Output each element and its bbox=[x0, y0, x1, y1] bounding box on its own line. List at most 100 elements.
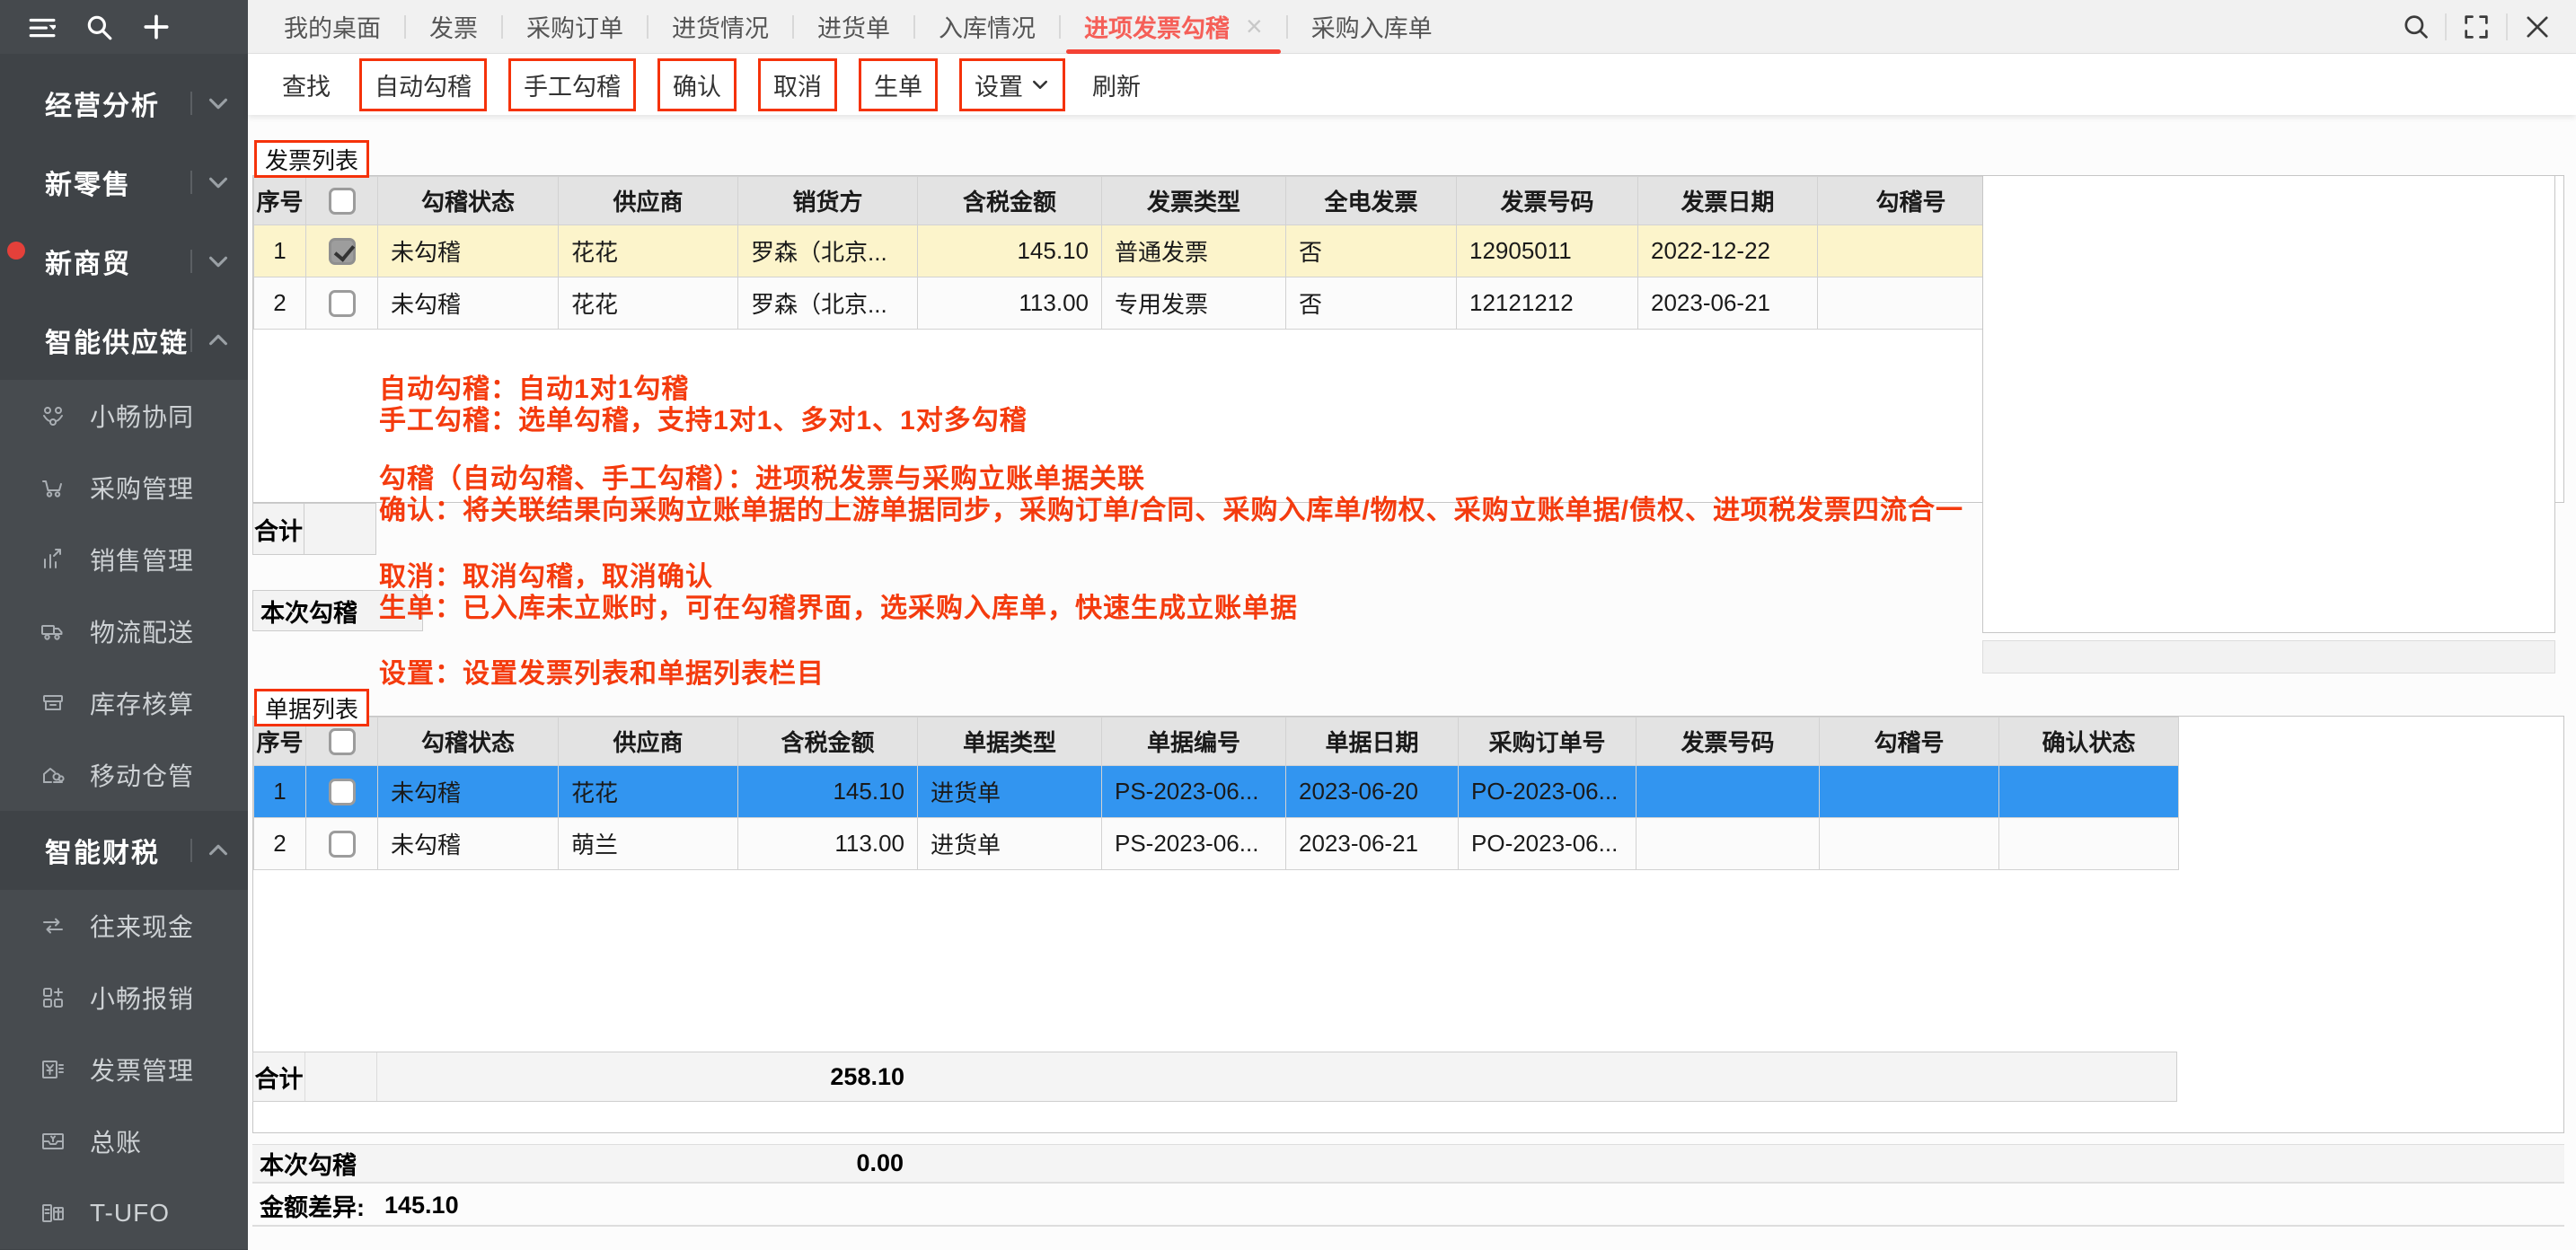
column-header-勾稽号: 勾稽号 bbox=[1819, 717, 1999, 766]
查找-button[interactable]: 查找 bbox=[277, 60, 336, 110]
sidebar-item-总账[interactable]: 总账 bbox=[0, 1105, 248, 1177]
select-all-header bbox=[305, 176, 378, 225]
cell-单据类型: 进货单 bbox=[917, 817, 1102, 870]
column-header-确认状态: 确认状态 bbox=[1998, 717, 2179, 766]
content-area: 发票列表 序号 勾稽状态 供应商 销货方 含税金额 发票类型 全电发票 发票号码 发票日期 勾稽号… bbox=[248, 115, 2576, 1250]
tab-bar: 我的桌面 发票 采购订单 进货情况 进货单 入库情况 进项发票勾稽 × 采购入库单 bbox=[248, 0, 2576, 54]
invoice-row[interactable]: 1 未勾稽 花花 罗森（北京... 145.10 普通发票否 12905011 2022-12… bbox=[253, 224, 2005, 277]
sidebar-item-往来现金[interactable]: 往来现金 bbox=[0, 890, 248, 962]
cell-全电发票: 否 bbox=[1285, 277, 1457, 330]
column-header-含税金额: 含税金额 bbox=[917, 176, 1102, 225]
doc-row[interactable]: 1 未勾稽 花花 145.10 进货单 PS-2023-06... 2023-06-20 PO… bbox=[253, 765, 2179, 818]
detail-panel-scrollbar[interactable] bbox=[1982, 640, 2555, 673]
sidebar-item-小畅报销[interactable]: 小畅报销 bbox=[0, 962, 248, 1034]
tab-进货情况[interactable]: 进货情况 bbox=[648, 0, 792, 54]
cell-含税金额: 145.10 bbox=[737, 765, 918, 818]
sidebar-group-1[interactable]: 新零售 bbox=[0, 143, 248, 222]
row-checkbox[interactable] bbox=[328, 237, 356, 265]
cash-icon bbox=[40, 912, 66, 939]
doc-total-row: 合计 258.10 bbox=[252, 1052, 2177, 1102]
sidebar-item-移动仓管[interactable]: 移动仓管 bbox=[0, 739, 248, 811]
cell-发票号码: 12905011 bbox=[1456, 224, 1638, 277]
cell-勾稽状态: 未勾稽 bbox=[377, 817, 559, 870]
cell-勾稽号 bbox=[1817, 277, 2005, 330]
tab-发票[interactable]: 发票 bbox=[406, 0, 501, 54]
doc-total-label: 合计 bbox=[253, 1052, 305, 1101]
tab-label: 我的桌面 bbox=[284, 15, 381, 42]
cell-发票号码: 12121212 bbox=[1456, 277, 1638, 330]
sidebar-item-销售管理[interactable]: 销售管理 bbox=[0, 524, 248, 595]
cell-确认状态 bbox=[1998, 765, 2179, 818]
search-icon[interactable] bbox=[2386, 12, 2445, 42]
取消-button[interactable]: 取消 bbox=[758, 57, 837, 111]
amount-diff-row: 金额差异: 145.10 bbox=[252, 1185, 2564, 1227]
自动勾稽-button[interactable]: 自动勾稽 bbox=[359, 57, 487, 111]
sidebar-item-label: 库存核算 bbox=[90, 691, 195, 718]
select-all-checkbox[interactable] bbox=[328, 187, 356, 215]
tab-采购入库单[interactable]: 采购入库单 bbox=[1288, 0, 1456, 54]
cell-采购订单号: PO-2023-06... bbox=[1458, 817, 1636, 870]
doc-row[interactable]: 2 未勾稽 萌兰 113.00 进货单 PS-2023-06... 2023-06-21 PO… bbox=[253, 817, 2179, 870]
sidebar-group-2[interactable]: 新商贸 bbox=[0, 222, 248, 301]
tab-采购订单[interactable]: 采购订单 bbox=[503, 0, 647, 54]
sidebar-item-发票管理[interactable]: 发票管理 bbox=[0, 1034, 248, 1105]
sidebar-group-0[interactable]: 经营分析 bbox=[0, 64, 248, 143]
invoice-row[interactable]: 2 未勾稽 花花 罗森（北京... 113.00 专用发票否 12121212 2023-06… bbox=[253, 277, 2005, 330]
sidebar-item-采购管理[interactable]: 采购管理 bbox=[0, 452, 248, 524]
sidebar-group-3[interactable]: 智能供应链 bbox=[0, 301, 248, 380]
column-header-发票类型: 发票类型 bbox=[1101, 176, 1286, 225]
sidebar-item-label: 销售管理 bbox=[90, 547, 195, 575]
tab-我的桌面[interactable]: 我的桌面 bbox=[260, 0, 404, 54]
toolbar-button-label: 设置 bbox=[975, 73, 1023, 101]
刷新-button[interactable]: 刷新 bbox=[1087, 60, 1146, 110]
tab-进货单[interactable]: 进货单 bbox=[794, 0, 913, 54]
chevron-up-icon[interactable] bbox=[190, 329, 230, 352]
column-header-销货方: 销货方 bbox=[737, 176, 918, 225]
设置-button[interactable]: 设置 bbox=[959, 57, 1065, 111]
menu-icon[interactable] bbox=[13, 9, 70, 45]
sidebar-item-T-UFO[interactable]: T-UFO bbox=[0, 1177, 248, 1249]
生单-button[interactable]: 生单 bbox=[859, 57, 938, 111]
tab-进项发票勾稽[interactable]: 进项发票勾稽 × bbox=[1061, 0, 1286, 54]
column-header-勾稽状态: 勾稽状态 bbox=[377, 717, 559, 766]
toolbar-button-label: 确认 bbox=[673, 73, 721, 101]
手工勾稽-button[interactable]: 手工勾稽 bbox=[508, 57, 636, 111]
row-checkbox[interactable] bbox=[328, 778, 356, 805]
sidebar-item-小畅协同[interactable]: 小畅协同 bbox=[0, 380, 248, 452]
cell-勾稽号 bbox=[1819, 765, 1999, 818]
cell-单据日期: 2023-06-20 bbox=[1285, 765, 1459, 818]
chevron-up-icon[interactable] bbox=[190, 839, 230, 862]
column-header-单据编号: 单据编号 bbox=[1101, 717, 1286, 766]
chevron-down-icon[interactable] bbox=[190, 250, 230, 273]
toolbar-button-label: 查找 bbox=[282, 73, 331, 101]
column-header-供应商: 供应商 bbox=[558, 717, 738, 766]
warehouse-icon bbox=[40, 761, 66, 788]
sidebar-item-label: 移动仓管 bbox=[90, 762, 195, 790]
invoice_list-table: 序号 勾稽状态 供应商 销货方 含税金额 发票类型 全电发票 发票号码 发票日期 勾稽号 1 未勾稽花… bbox=[253, 176, 2005, 330]
search-icon[interactable] bbox=[70, 9, 128, 45]
fullscreen-icon[interactable] bbox=[2447, 12, 2506, 42]
chevron-down-icon[interactable] bbox=[190, 171, 230, 194]
column-header-勾稽号: 勾稽号 bbox=[1817, 176, 2005, 225]
cell-单据编号: PS-2023-06... bbox=[1101, 765, 1286, 818]
sidebar-item-label: 小畅报销 bbox=[90, 985, 195, 1013]
row-checkbox[interactable] bbox=[328, 289, 356, 317]
reimburse-icon bbox=[40, 984, 66, 1011]
cell-勾稽号 bbox=[1819, 817, 1999, 870]
sidebar-group-4[interactable]: 智能财税 bbox=[0, 811, 248, 890]
row-checkbox[interactable] bbox=[328, 830, 356, 858]
cell-勾稽号 bbox=[1817, 224, 2005, 277]
sidebar-item-物流配送[interactable]: 物流配送 bbox=[0, 595, 248, 667]
plus-icon[interactable] bbox=[128, 9, 185, 45]
sidebar: 经营分析 新零售 新商贸 智能供应链 小畅协同 采购管理销售管理物流配送库存核算移动仓管智… bbox=[0, 0, 248, 1250]
doc-list-label-text: 单据列表 bbox=[264, 695, 358, 723]
确认-button[interactable]: 确认 bbox=[657, 57, 737, 111]
column-header-单据日期: 单据日期 bbox=[1285, 717, 1459, 766]
sidebar-item-库存核算[interactable]: 库存核算 bbox=[0, 667, 248, 739]
tab-label: 进项发票勾稽 bbox=[1084, 15, 1230, 42]
select-all-checkbox[interactable] bbox=[328, 727, 356, 755]
chevron-down-icon[interactable] bbox=[190, 92, 230, 115]
tab-入库情况[interactable]: 入库情况 bbox=[915, 0, 1059, 54]
close-icon[interactable] bbox=[2508, 12, 2567, 42]
close-tab-icon[interactable]: × bbox=[1246, 10, 1263, 43]
